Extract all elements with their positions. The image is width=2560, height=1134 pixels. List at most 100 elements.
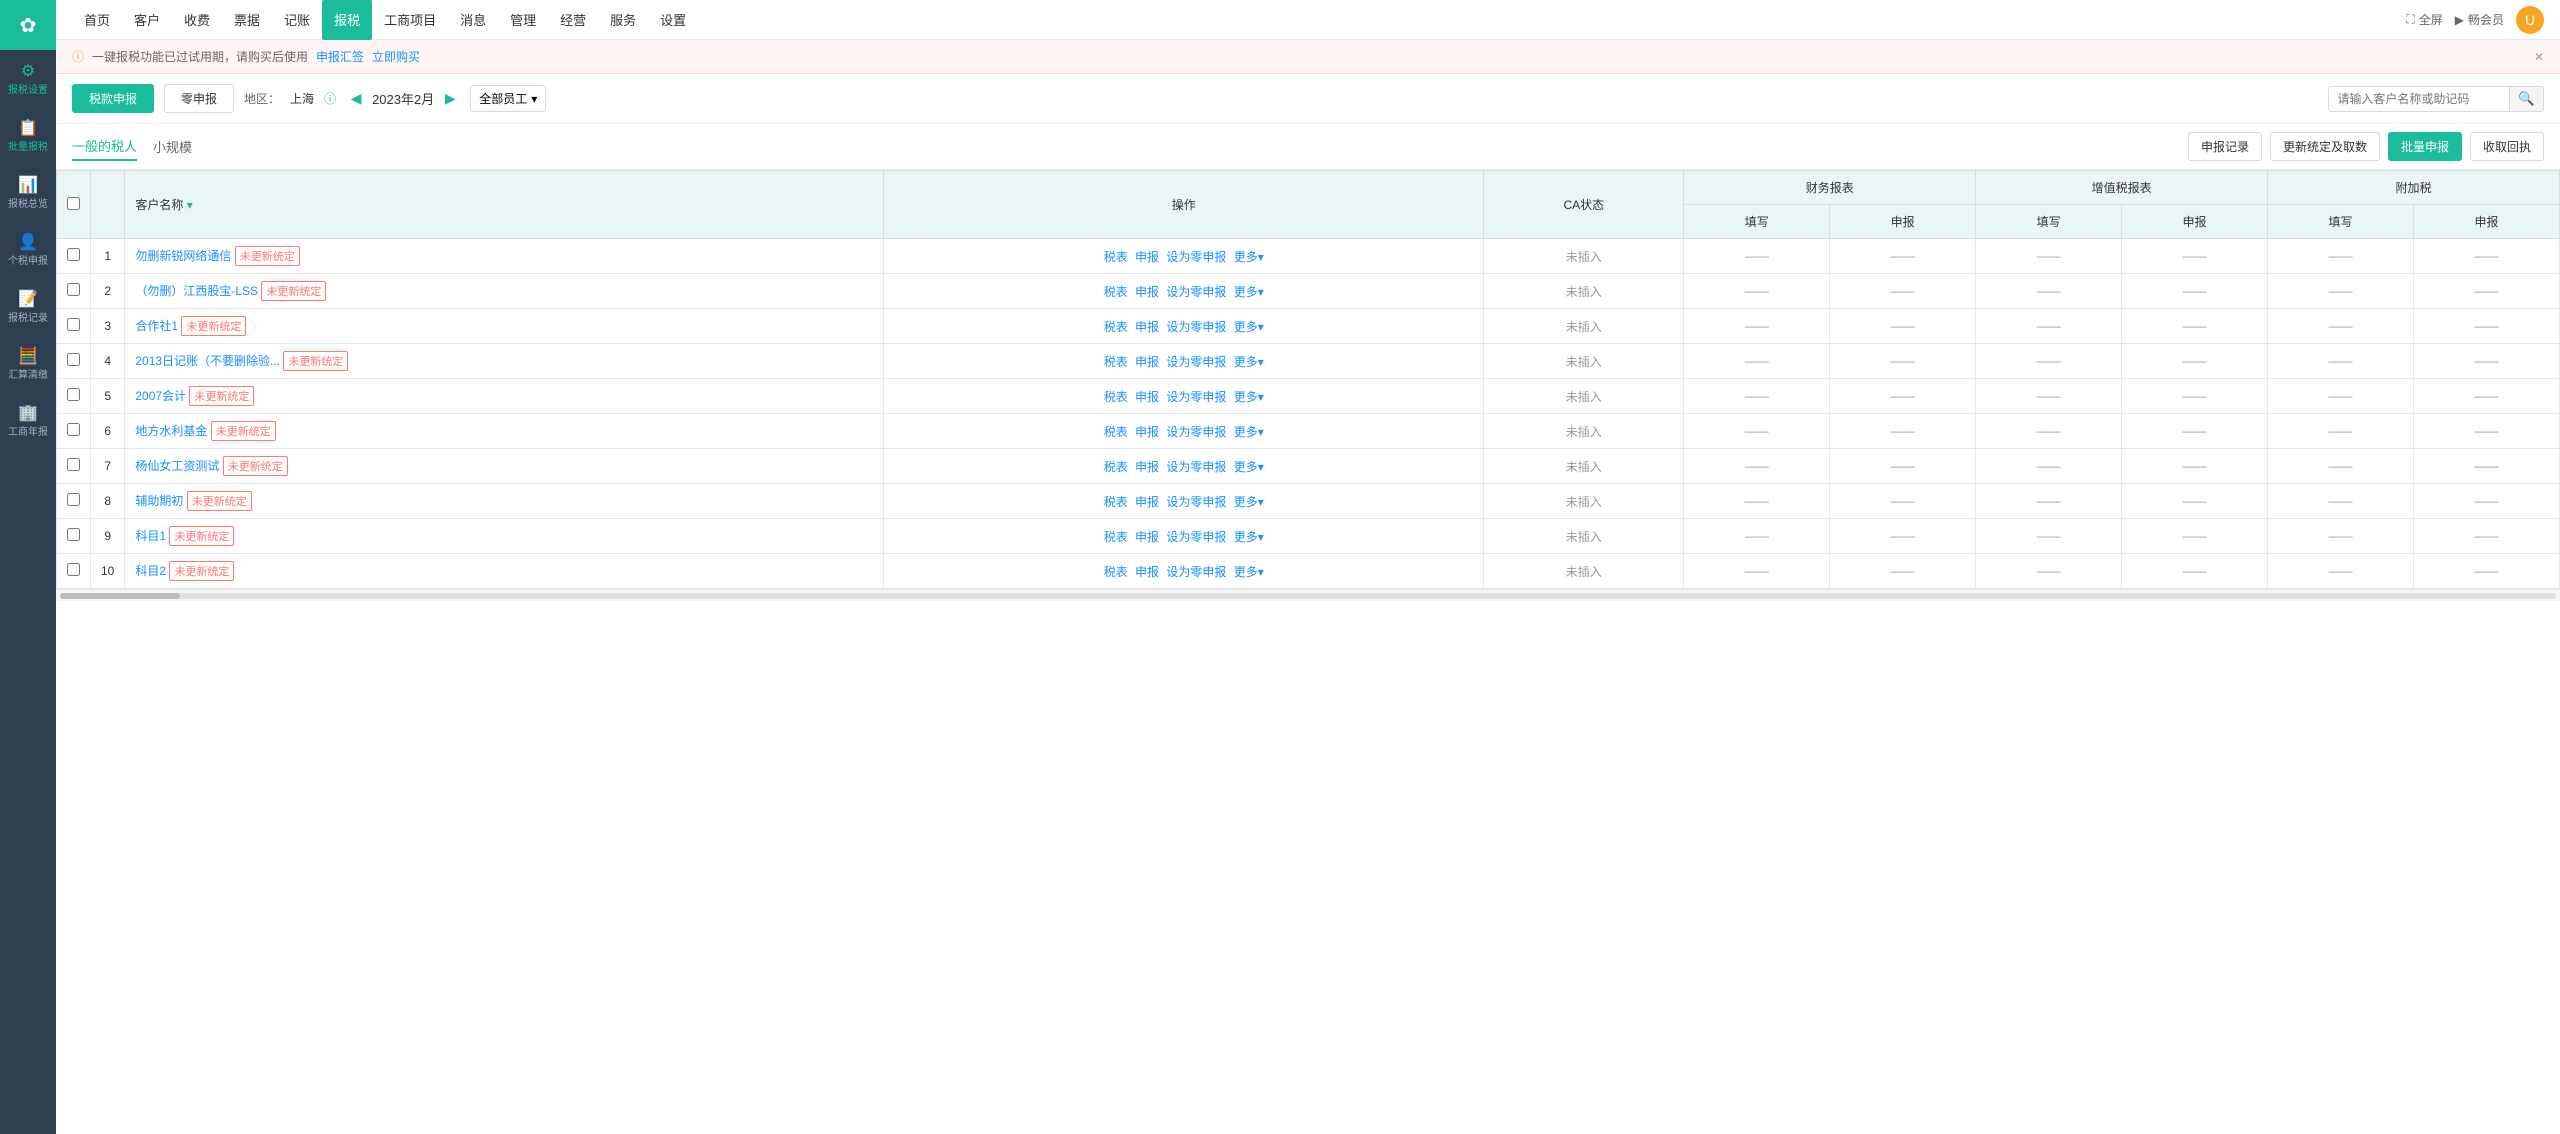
row-checkbox-1[interactable] (67, 283, 80, 296)
op-declare[interactable]: 申报 (1135, 565, 1159, 579)
op-tax-form[interactable]: 税表 (1104, 460, 1128, 474)
op-declare[interactable]: 申报 (1135, 425, 1159, 439)
op-tax-form[interactable]: 税表 (1104, 250, 1128, 264)
client-name-link[interactable]: 2007会计 (135, 389, 186, 403)
tab-general-taxpayer[interactable]: 一般的税人 (72, 132, 137, 161)
op-more[interactable]: 更多▾ (1234, 495, 1264, 509)
nav-manage[interactable]: 管理 (498, 0, 548, 40)
op-declare[interactable]: 申报 (1135, 250, 1159, 264)
row-checkbox-7[interactable] (67, 493, 80, 506)
sidebar-item-tax-overview[interactable]: 📊 报税总览 (0, 164, 56, 221)
tab-zero-declaration[interactable]: 零申报 (164, 84, 234, 113)
row-checkbox-6[interactable] (67, 458, 80, 471)
op-more[interactable]: 更多▾ (1234, 390, 1264, 404)
sidebar-item-settlement[interactable]: 🧮 汇算清缴 (0, 335, 56, 392)
sidebar-item-batch-tax[interactable]: 📋 批量报税 (0, 107, 56, 164)
op-tax-form[interactable]: 税表 (1104, 320, 1128, 334)
select-all-checkbox[interactable] (67, 197, 80, 210)
op-tax-form[interactable]: 税表 (1104, 355, 1128, 369)
op-zero-declare[interactable]: 设为零申报 (1166, 460, 1226, 474)
row-checkbox-0[interactable] (67, 248, 80, 261)
sidebar-item-annual-report[interactable]: 🏢 工商年报 (0, 392, 56, 449)
op-zero-declare[interactable]: 设为零申报 (1166, 495, 1226, 509)
op-declare[interactable]: 申报 (1135, 285, 1159, 299)
client-name-link[interactable]: 科目1 (135, 529, 166, 543)
row-checkbox-8[interactable] (67, 528, 80, 541)
sidebar-item-tax-record[interactable]: 📝 报税记录 (0, 278, 56, 335)
sort-icon[interactable]: ▾ (187, 198, 193, 212)
op-declare[interactable]: 申报 (1135, 460, 1159, 474)
client-name-link[interactable]: 杨仙女工资测试 (135, 459, 219, 473)
row-checkbox-9[interactable] (67, 563, 80, 576)
op-more[interactable]: 更多▾ (1234, 285, 1264, 299)
op-more[interactable]: 更多▾ (1234, 460, 1264, 474)
op-zero-declare[interactable]: 设为零申报 (1166, 530, 1226, 544)
op-declare[interactable]: 申报 (1135, 495, 1159, 509)
search-input[interactable] (2329, 88, 2509, 110)
staff-select[interactable]: 全部员工 ▾ (470, 85, 546, 112)
op-tax-form[interactable]: 税表 (1104, 390, 1128, 404)
declaration-record-button[interactable]: 申报记录 (2188, 132, 2262, 161)
update-statistics-button[interactable]: 更新统定及取数 (2270, 132, 2380, 161)
sidebar-item-tax-settings[interactable]: ⚙ 报税设置 (0, 50, 56, 107)
search-button[interactable]: 🔍 (2509, 87, 2543, 111)
row-checkbox-2[interactable] (67, 318, 80, 331)
op-more[interactable]: 更多▾ (1234, 565, 1264, 579)
nav-settings[interactable]: 设置 (648, 0, 698, 40)
fullscreen-button[interactable]: ⛶ 全屏 (2406, 11, 2442, 28)
nav-operation[interactable]: 经营 (548, 0, 598, 40)
nav-message[interactable]: 消息 (448, 0, 498, 40)
op-more[interactable]: 更多▾ (1234, 320, 1264, 334)
op-zero-declare[interactable]: 设为零申报 (1166, 390, 1226, 404)
op-more[interactable]: 更多▾ (1234, 530, 1264, 544)
client-name-link[interactable]: 辅助期初 (135, 494, 183, 508)
banner-link1[interactable]: 申报汇签 (316, 48, 364, 65)
op-tax-form[interactable]: 税表 (1104, 530, 1128, 544)
tab-small-scale[interactable]: 小规模 (153, 133, 192, 160)
op-zero-declare[interactable]: 设为零申报 (1166, 250, 1226, 264)
row-checkbox-5[interactable] (67, 423, 80, 436)
op-declare[interactable]: 申报 (1135, 320, 1159, 334)
op-tax-form[interactable]: 税表 (1104, 565, 1128, 579)
banner-close-button[interactable]: ✕ (2534, 50, 2544, 64)
date-prev-button[interactable]: ◀ (346, 89, 366, 109)
client-name-link[interactable]: 地方水利基金 (135, 424, 207, 438)
member-button[interactable]: ▶ 畅会员 (2455, 11, 2504, 28)
op-declare[interactable]: 申报 (1135, 530, 1159, 544)
op-zero-declare[interactable]: 设为零申报 (1166, 355, 1226, 369)
op-declare[interactable]: 申报 (1135, 355, 1159, 369)
op-more[interactable]: 更多▾ (1234, 355, 1264, 369)
nav-billing[interactable]: 收费 (172, 0, 222, 40)
client-name-link[interactable]: 勿删新锐网络通信 (135, 249, 231, 263)
client-name-link[interactable]: 合作社1 (135, 319, 178, 333)
batch-declaration-button[interactable]: 批量申报 (2388, 132, 2462, 161)
collect-receipt-button[interactable]: 收取回执 (2470, 132, 2544, 161)
tab-tax-declaration[interactable]: 税款申报 (72, 84, 154, 113)
op-zero-declare[interactable]: 设为零申报 (1166, 565, 1226, 579)
nav-tax[interactable]: 报税 (322, 0, 372, 40)
nav-accounting[interactable]: 记账 (272, 0, 322, 40)
date-next-button[interactable]: ▶ (440, 89, 460, 109)
nav-client[interactable]: 客户 (122, 0, 172, 40)
banner-link2[interactable]: 立即购买 (372, 48, 420, 65)
op-more[interactable]: 更多▾ (1234, 425, 1264, 439)
op-zero-declare[interactable]: 设为零申报 (1166, 285, 1226, 299)
row-checkbox-3[interactable] (67, 353, 80, 366)
op-tax-form[interactable]: 税表 (1104, 495, 1128, 509)
nav-invoice[interactable]: 票据 (222, 0, 272, 40)
client-name-link[interactable]: 科目2 (135, 564, 166, 578)
row-checkbox-4[interactable] (67, 388, 80, 401)
nav-home[interactable]: 首页 (72, 0, 122, 40)
sidebar-item-personal-tax[interactable]: 👤 个税申报 (0, 221, 56, 278)
op-tax-form[interactable]: 税表 (1104, 285, 1128, 299)
op-tax-form[interactable]: 税表 (1104, 425, 1128, 439)
scroll-thumb[interactable] (60, 593, 180, 599)
nav-business[interactable]: 工商项目 (372, 0, 448, 40)
op-zero-declare[interactable]: 设为零申报 (1166, 320, 1226, 334)
client-name-link[interactable]: （勿删）江西股宝-LSS (135, 284, 258, 298)
op-zero-declare[interactable]: 设为零申报 (1166, 425, 1226, 439)
nav-service[interactable]: 服务 (598, 0, 648, 40)
user-avatar[interactable]: U (2516, 6, 2544, 34)
op-declare[interactable]: 申报 (1135, 390, 1159, 404)
op-more[interactable]: 更多▾ (1234, 250, 1264, 264)
